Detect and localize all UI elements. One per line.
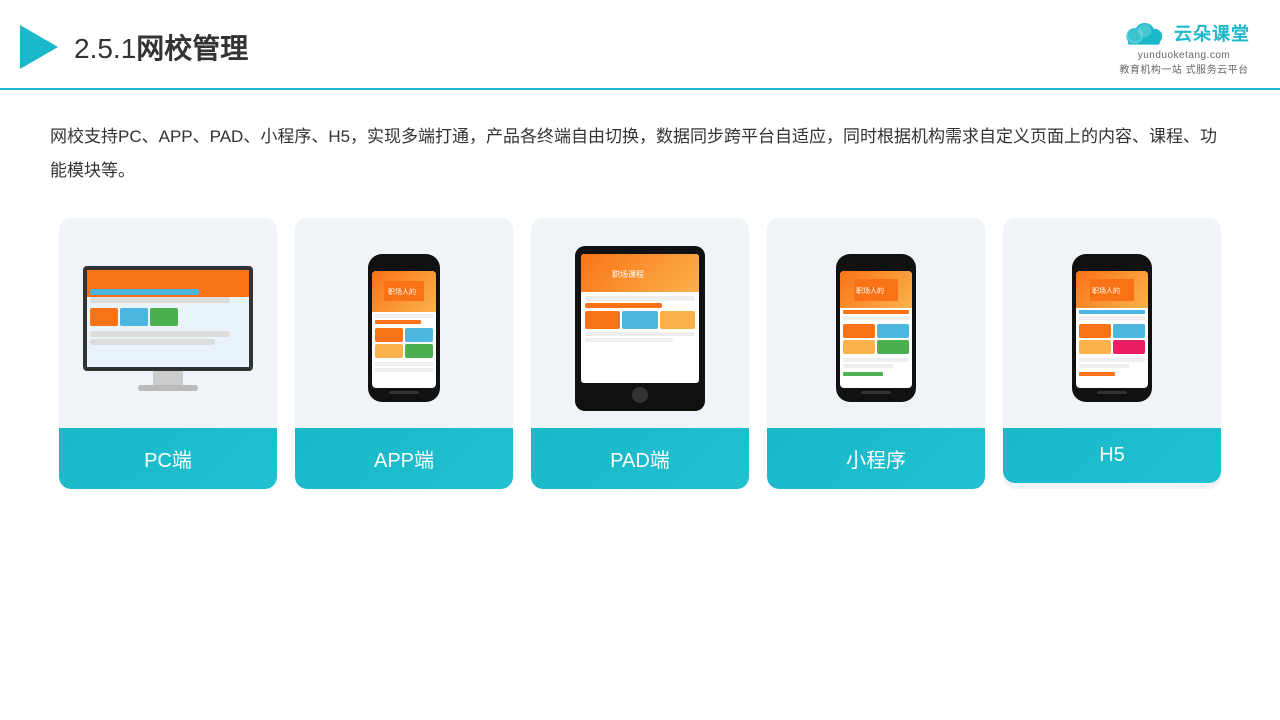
app-screen-art: 职场人的 (384, 281, 424, 301)
page-title: 2.5.1网校管理 (74, 27, 248, 67)
pc-monitor (83, 266, 253, 391)
phone-notch (392, 262, 416, 268)
h5-screen-art: 职场人的 (1090, 279, 1134, 301)
phone-home-bar (389, 391, 419, 394)
main-content: 网校支持PC、APP、PAD、小程序、H5，实现多端打通，产品各终端自由切换，数… (0, 90, 1280, 509)
pc-label: PC端 (59, 428, 277, 489)
monitor-screen (83, 266, 253, 371)
phone-screen-h5: 职场人的 (1076, 271, 1148, 388)
cards-container: PC端 职场人的 (50, 218, 1230, 489)
app-label: APP端 (295, 428, 513, 489)
logo-text: 云朵课堂 (1174, 20, 1250, 46)
miniprogram-image-area: 职场人的 (767, 218, 985, 428)
h5-image-area: 职场人的 (1003, 218, 1221, 428)
mini-screen-art: 职场人的 (854, 279, 898, 301)
phone-home-bar-h5 (1097, 391, 1127, 394)
card-miniprogram: 职场人的 (767, 218, 985, 489)
pc-image-area (59, 218, 277, 428)
svg-text:职场人的: 职场人的 (388, 287, 416, 296)
svg-text:职场人的: 职场人的 (1092, 286, 1120, 295)
svg-text:职场课程: 职场课程 (612, 270, 644, 279)
miniprogram-label: 小程序 (767, 428, 985, 489)
tablet-screen-art: 职场课程 (610, 261, 670, 285)
logo-area: 云朵课堂 yunduoketang.com 教育机构一站 式服务云平台 (1118, 18, 1250, 76)
pad-label: PAD端 (531, 428, 749, 489)
card-pc: PC端 (59, 218, 277, 489)
tablet-screen: 职场课程 (581, 254, 699, 383)
header: 2.5.1网校管理 云朵课堂 yunduoketang.com 教育机构一站 式… (0, 0, 1280, 90)
phone-notch-h5 (1100, 262, 1124, 268)
cloud-icon (1118, 18, 1168, 48)
phone-notch-mini (864, 262, 888, 268)
phone-app: 职场人的 (368, 254, 440, 402)
phone-home-bar-mini (861, 391, 891, 394)
logo-subtitle: yunduoketang.com 教育机构一站 式服务云平台 (1119, 50, 1248, 76)
description-text: 网校支持PC、APP、PAD、小程序、H5，实现多端打通，产品各终端自由切换，数… (50, 120, 1230, 188)
phone-screen-app: 职场人的 (372, 271, 436, 388)
tablet-mockup: 职场课程 (575, 246, 705, 411)
tablet-home-button (632, 387, 648, 403)
phone-miniprogram: 职场人的 (836, 254, 916, 402)
app-image-area: 职场人的 (295, 218, 513, 428)
card-h5: 职场人的 (1003, 218, 1221, 489)
svg-text:职场人的: 职场人的 (856, 286, 884, 295)
card-pad: 职场课程 (531, 218, 749, 489)
pad-image-area: 职场课程 (531, 218, 749, 428)
card-app: 职场人的 (295, 218, 513, 489)
phone-h5: 职场人的 (1072, 254, 1152, 402)
logo-cloud: 云朵课堂 (1118, 18, 1250, 48)
play-icon (20, 25, 58, 69)
header-left: 2.5.1网校管理 (20, 25, 248, 69)
h5-label: H5 (1003, 428, 1221, 483)
phone-screen-mini: 职场人的 (840, 271, 912, 388)
